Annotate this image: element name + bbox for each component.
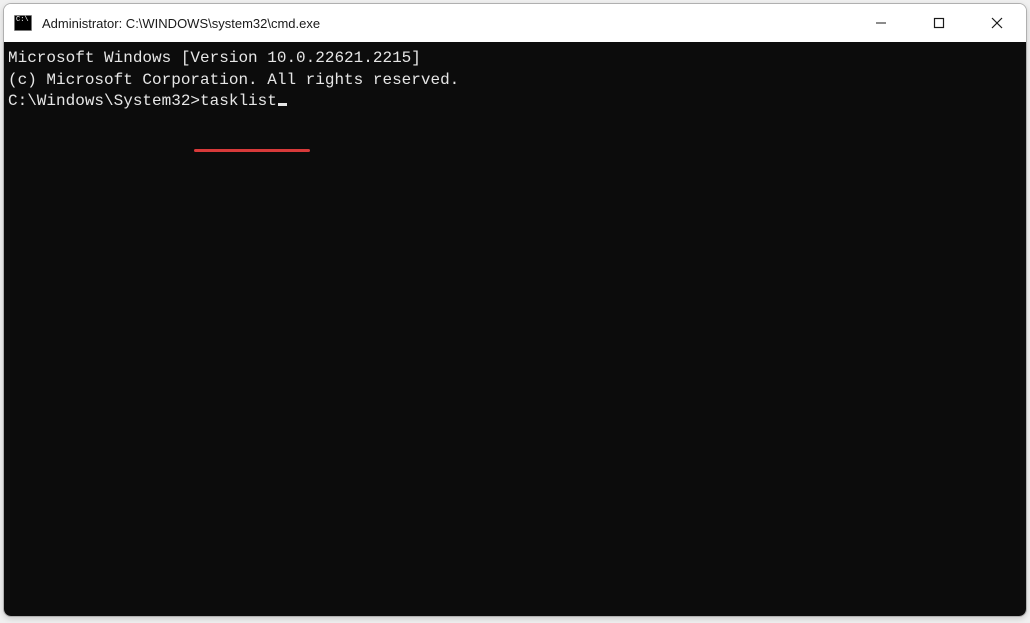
terminal-output-line: Microsoft Windows [Version 10.0.22621.22… — [8, 48, 1022, 70]
window-controls — [852, 4, 1026, 42]
titlebar[interactable]: Administrator: C:\WINDOWS\system32\cmd.e… — [4, 4, 1026, 42]
app-window: Administrator: C:\WINDOWS\system32\cmd.e… — [3, 3, 1027, 617]
close-icon — [991, 17, 1003, 29]
terminal-output-line: (c) Microsoft Corporation. All rights re… — [8, 70, 1022, 92]
close-button[interactable] — [968, 4, 1026, 42]
prompt-text: C:\Windows\System32> — [8, 92, 200, 110]
command-highlight-underline — [194, 149, 310, 152]
minimize-icon — [875, 17, 887, 29]
window-title: Administrator: C:\WINDOWS\system32\cmd.e… — [42, 16, 852, 31]
maximize-icon — [933, 17, 945, 29]
app-icon — [14, 14, 32, 32]
terminal-area[interactable]: Microsoft Windows [Version 10.0.22621.22… — [4, 42, 1026, 616]
minimize-button[interactable] — [852, 4, 910, 42]
terminal-prompt-line: C:\Windows\System32>tasklist — [8, 91, 1022, 113]
maximize-button[interactable] — [910, 4, 968, 42]
typed-command: tasklist — [200, 92, 277, 110]
cmd-icon — [14, 15, 32, 31]
cursor — [278, 103, 287, 106]
